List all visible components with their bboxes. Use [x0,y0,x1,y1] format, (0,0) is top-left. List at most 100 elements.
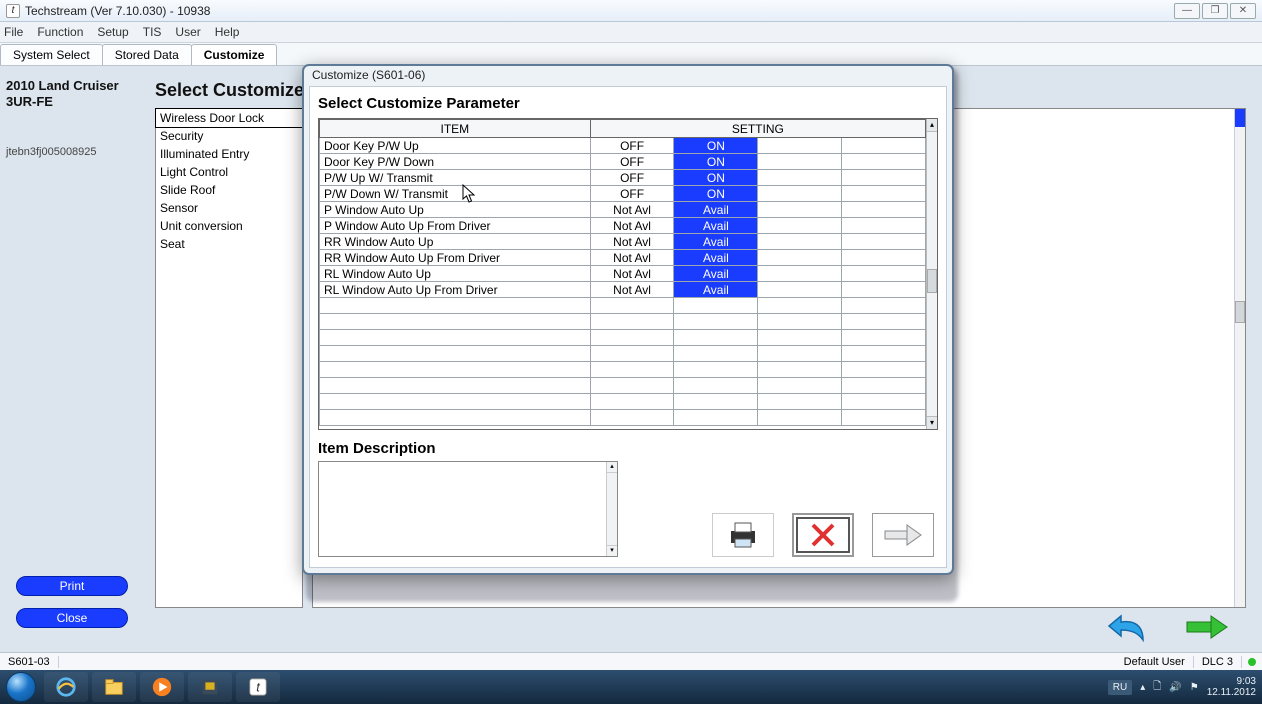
tray-flag-icon[interactable]: ⚑ [1190,682,1199,693]
option-b[interactable]: Avail [674,218,758,234]
parameter-name: RR Window Auto Up From Driver [320,250,591,266]
tab-customize[interactable]: Customize [191,44,278,65]
category-list[interactable]: Wireless Door Lock Security Illuminated … [155,108,303,608]
close-window-button[interactable]: ✕ [1230,3,1256,19]
scroll-up-icon[interactable]: ▴ [927,119,937,132]
option-c[interactable] [758,282,842,298]
category-item[interactable]: Wireless Door Lock [155,108,303,128]
grid-scrollbar[interactable]: ▴ ▾ [926,119,937,429]
option-a[interactable]: Not Avl [590,234,674,250]
menu-file[interactable]: File [4,25,23,39]
dialog-next-button[interactable] [872,513,934,557]
option-d[interactable] [842,170,926,186]
option-d[interactable] [842,138,926,154]
option-a[interactable]: Not Avl [590,250,674,266]
option-a[interactable]: OFF [590,154,674,170]
category-item[interactable]: Slide Roof [156,181,302,199]
desc-scrollbar[interactable]: ▴▾ [606,462,617,556]
option-a[interactable]: Not Avl [590,218,674,234]
menu-tis[interactable]: TIS [143,25,162,39]
tab-stored-data[interactable]: Stored Data [102,44,192,65]
option-c[interactable] [758,170,842,186]
taskbar-mediaplayer[interactable] [140,672,184,702]
option-b[interactable]: Avail [674,202,758,218]
option-b[interactable]: ON [674,138,758,154]
category-item[interactable]: Seat [156,235,302,253]
option-c[interactable] [758,266,842,282]
maximize-button[interactable]: ❐ [1202,3,1228,19]
close-button[interactable]: Close [16,608,128,628]
print-button[interactable]: Print [16,576,128,596]
scrollbar[interactable] [1234,109,1245,607]
dialog-print-button[interactable] [712,513,774,557]
option-a[interactable]: OFF [590,186,674,202]
option-d[interactable] [842,202,926,218]
option-c[interactable] [758,154,842,170]
taskbar-explorer[interactable] [92,672,136,702]
category-item[interactable]: Light Control [156,163,302,181]
parameter-row[interactable]: RR Window Auto UpNot AvlAvail [320,234,926,250]
parameter-row[interactable]: RL Window Auto UpNot AvlAvail [320,266,926,282]
option-b[interactable]: ON [674,154,758,170]
option-d[interactable] [842,218,926,234]
menu-help[interactable]: Help [215,25,240,39]
scroll-down-icon[interactable]: ▾ [927,416,937,429]
parameter-row[interactable]: RL Window Auto Up From DriverNot AvlAvai… [320,282,926,298]
option-a[interactable]: Not Avl [590,202,674,218]
dialog-title: Customize (S601-06) [304,66,952,86]
dialog-cancel-button[interactable] [792,513,854,557]
option-b[interactable]: ON [674,186,758,202]
grid-scroll-thumb[interactable] [927,269,937,293]
option-c[interactable] [758,202,842,218]
minimize-button[interactable]: — [1174,3,1200,19]
start-button[interactable] [0,670,42,704]
option-d[interactable] [842,154,926,170]
parameter-row[interactable]: P Window Auto UpNot AvlAvail [320,202,926,218]
option-d[interactable] [842,250,926,266]
scroll-thumb[interactable] [1235,301,1245,323]
status-user: Default User [1116,656,1194,668]
option-b[interactable]: Avail [674,234,758,250]
option-a[interactable]: Not Avl [590,282,674,298]
taskbar-ie[interactable] [44,672,88,702]
tray-volume-icon[interactable]: 🔊 [1169,682,1181,693]
parameter-row[interactable]: Door Key P/W UpOFFON [320,138,926,154]
tray-battery-icon[interactable]: 🗋 [1153,679,1161,696]
parameter-row[interactable]: P Window Auto Up From DriverNot AvlAvail [320,218,926,234]
option-b[interactable]: ON [674,170,758,186]
taskbar-app1[interactable] [188,672,232,702]
option-d[interactable] [842,186,926,202]
taskbar-clock[interactable]: 9:03 12.11.2012 [1207,676,1256,698]
parameter-row[interactable]: RR Window Auto Up From DriverNot AvlAvai… [320,250,926,266]
option-b[interactable]: Avail [674,282,758,298]
option-c[interactable] [758,186,842,202]
option-b[interactable]: Avail [674,250,758,266]
next-button[interactable] [1182,610,1232,644]
undo-button[interactable] [1102,610,1152,644]
category-item[interactable]: Sensor [156,199,302,217]
option-b[interactable]: Avail [674,266,758,282]
menu-setup[interactable]: Setup [97,25,128,39]
tray-up-icon[interactable]: ▴ [1140,682,1145,693]
option-c[interactable] [758,234,842,250]
menu-function[interactable]: Function [37,25,83,39]
tab-system-select[interactable]: System Select [0,44,103,65]
option-c[interactable] [758,138,842,154]
option-c[interactable] [758,218,842,234]
option-d[interactable] [842,234,926,250]
option-d[interactable] [842,282,926,298]
category-item[interactable]: Illuminated Entry [156,145,302,163]
category-item[interactable]: Security [156,127,302,145]
parameter-row[interactable]: P/W Up W/ TransmitOFFON [320,170,926,186]
parameter-row[interactable]: Door Key P/W DownOFFON [320,154,926,170]
category-item[interactable]: Unit conversion [156,217,302,235]
option-a[interactable]: OFF [590,138,674,154]
option-a[interactable]: OFF [590,170,674,186]
menu-user[interactable]: User [175,25,200,39]
option-a[interactable]: Not Avl [590,266,674,282]
language-indicator[interactable]: RU [1108,680,1132,695]
option-c[interactable] [758,250,842,266]
option-d[interactable] [842,266,926,282]
taskbar-techstream[interactable]: t [236,672,280,702]
parameter-row[interactable]: P/W Down W/ TransmitOFFON [320,186,926,202]
